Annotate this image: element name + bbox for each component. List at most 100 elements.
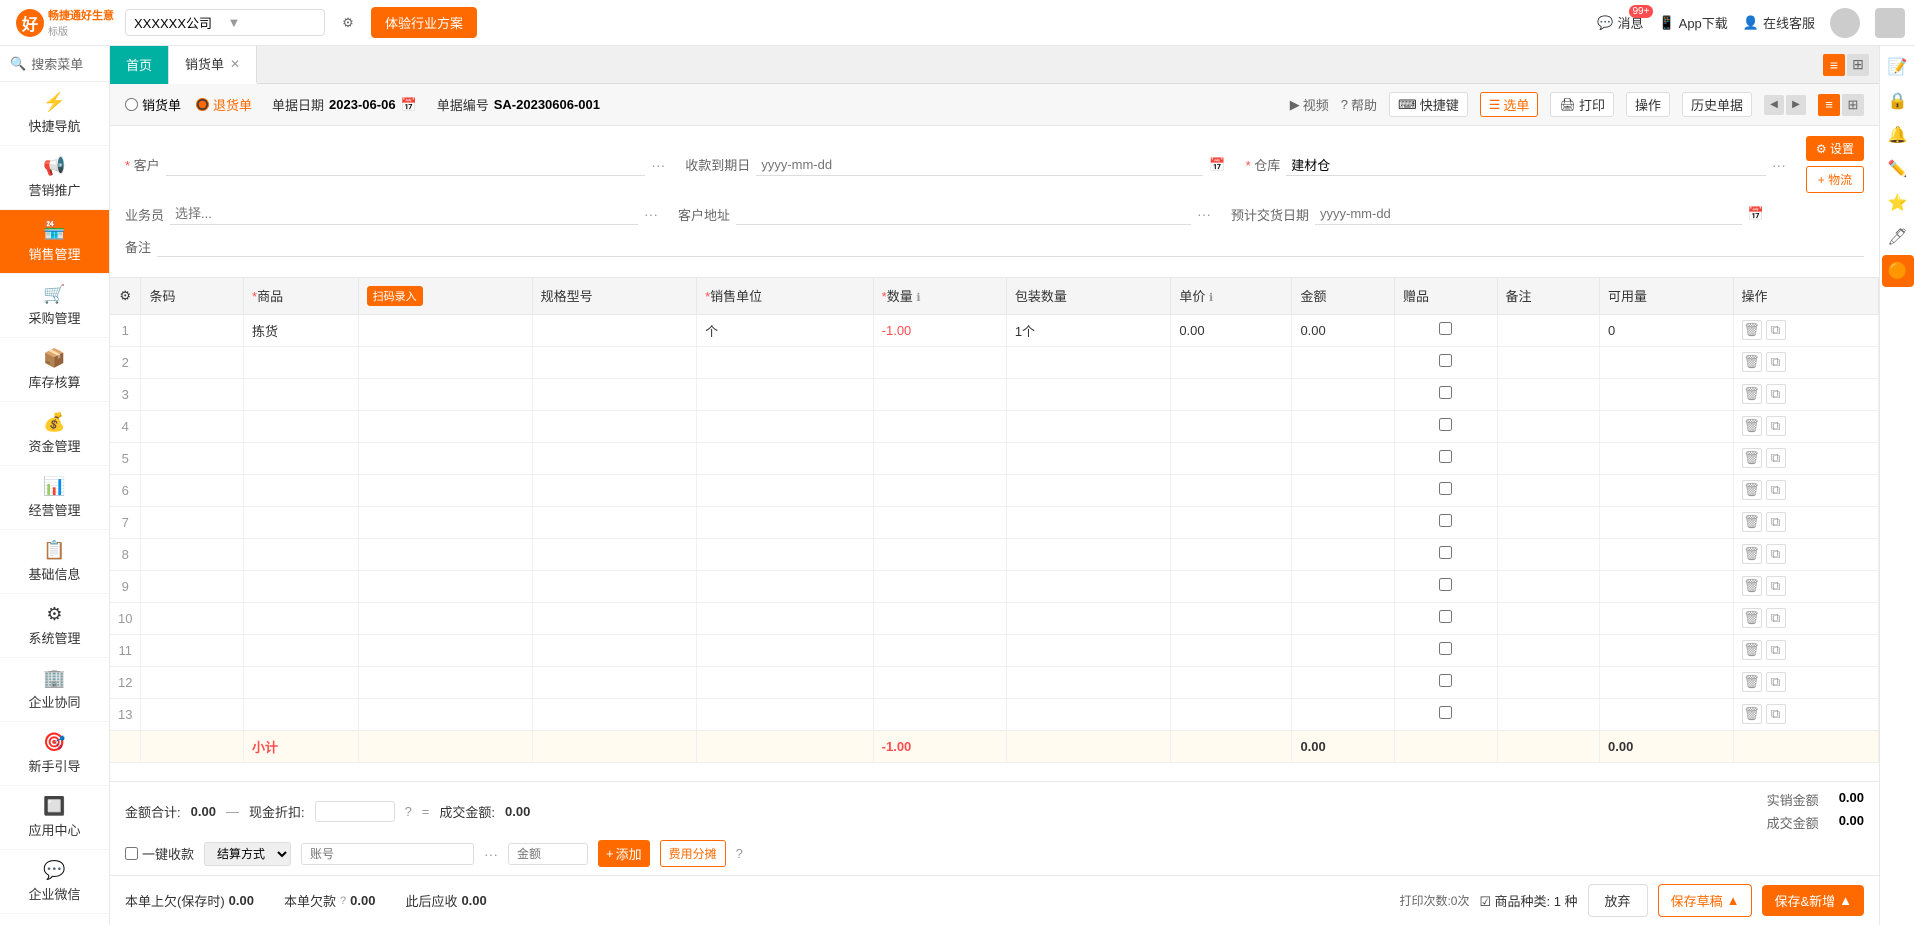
trial-button[interactable]: 体验行业方案 bbox=[371, 7, 477, 38]
right-icon-1[interactable]: 📝 bbox=[1882, 51, 1914, 83]
gift-checkbox[interactable] bbox=[1439, 322, 1452, 335]
copy-row-btn[interactable]: ⧉ bbox=[1766, 640, 1786, 660]
cell-product[interactable]: 拣货 bbox=[244, 314, 359, 346]
col-scan[interactable]: 扫码录入 bbox=[358, 278, 532, 314]
quick-pay-checkbox[interactable] bbox=[125, 847, 138, 860]
cell-price[interactable]: 0.00 bbox=[1171, 314, 1292, 346]
copy-row-btn[interactable]: ⧉ bbox=[1766, 704, 1786, 724]
delete-row-btn[interactable]: 🗑 bbox=[1742, 352, 1762, 372]
gift-checkbox[interactable] bbox=[1439, 386, 1452, 399]
right-icon-6[interactable]: 🖊 bbox=[1882, 221, 1914, 253]
gift-checkbox[interactable] bbox=[1439, 706, 1452, 719]
sidebar-item-enterprise[interactable]: 🏢 企业协同 bbox=[0, 658, 109, 722]
total-owe-help-icon[interactable]: ? bbox=[340, 895, 346, 907]
payment-due-calendar[interactable]: 📅 bbox=[1209, 157, 1225, 173]
warehouse-input[interactable] bbox=[1286, 154, 1766, 176]
delete-row-btn[interactable]: 🗑 bbox=[1742, 416, 1762, 436]
delete-row-btn[interactable]: 🗑 bbox=[1742, 640, 1762, 660]
warehouse-more-btn[interactable]: ··· bbox=[1772, 157, 1786, 173]
sidebar-item-operations[interactable]: 📊 经营管理 bbox=[0, 466, 109, 530]
copy-row-btn[interactable]: ⧉ bbox=[1766, 672, 1786, 692]
cell-gift[interactable] bbox=[1394, 314, 1497, 346]
discard-button[interactable]: 放弃 bbox=[1588, 884, 1648, 917]
help-action[interactable]: ? 帮助 bbox=[1341, 95, 1377, 114]
list-view-btn[interactable]: ≡ bbox=[1823, 54, 1845, 76]
logistics-button[interactable]: + 物流 bbox=[1806, 166, 1864, 193]
gift-checkbox[interactable] bbox=[1439, 674, 1452, 687]
next-arrow[interactable]: ▶ bbox=[1786, 95, 1806, 115]
account-input[interactable] bbox=[301, 843, 474, 865]
gift-checkbox[interactable] bbox=[1439, 354, 1452, 367]
settings-icon[interactable]: ⚙ bbox=[333, 8, 363, 38]
save-new-button[interactable]: 保存&新增 ▲ bbox=[1762, 885, 1864, 916]
message-item[interactable]: 💬 消息 99+ bbox=[1597, 13, 1643, 32]
gift-checkbox[interactable] bbox=[1439, 514, 1452, 527]
print-btn[interactable]: 🖨 打印 bbox=[1550, 92, 1614, 117]
operate-btn[interactable]: 操作 bbox=[1626, 92, 1670, 117]
cell-spec[interactable] bbox=[532, 314, 697, 346]
right-icon-3[interactable]: 🔔 bbox=[1882, 119, 1914, 151]
copy-row-btn[interactable]: ⧉ bbox=[1766, 480, 1786, 500]
copy-row-btn[interactable]: ⧉ bbox=[1766, 544, 1786, 564]
user-avatar[interactable] bbox=[1830, 8, 1860, 38]
delivery-date-calendar[interactable]: 📅 bbox=[1748, 206, 1764, 222]
history-btn[interactable]: 历史单据 bbox=[1682, 92, 1752, 117]
gift-checkbox[interactable] bbox=[1439, 578, 1452, 591]
gift-checkbox[interactable] bbox=[1439, 450, 1452, 463]
search-menu[interactable]: 🔍 搜索菜单 bbox=[0, 46, 109, 82]
radio-return-input[interactable] bbox=[196, 98, 209, 111]
gift-checkbox[interactable] bbox=[1439, 610, 1452, 623]
col-gear[interactable]: ⚙ bbox=[110, 278, 141, 314]
sidebar-item-purchase[interactable]: 🛒 采购管理 bbox=[0, 274, 109, 338]
sidebar-item-sales[interactable]: 🏪 销售管理 bbox=[0, 210, 109, 274]
sidebar-item-marketing[interactable]: 📢 营销推广 bbox=[0, 146, 109, 210]
user-menu[interactable] bbox=[1875, 8, 1905, 38]
setup-button[interactable]: ⚙ 设置 bbox=[1806, 136, 1864, 161]
prev-arrow[interactable]: ◀ bbox=[1764, 95, 1784, 115]
scan-btn[interactable]: 扫码录入 bbox=[367, 286, 423, 306]
cell-pkg-qty[interactable]: 1个 bbox=[1006, 314, 1171, 346]
copy-row-btn[interactable]: ⧉ bbox=[1766, 512, 1786, 532]
delete-row-btn[interactable]: 🗑 bbox=[1742, 512, 1762, 532]
staff-input[interactable] bbox=[170, 203, 638, 225]
sidebar-item-system[interactable]: ⚙ 系统管理 bbox=[0, 594, 109, 658]
customer-input[interactable] bbox=[166, 154, 646, 176]
save-draft-button[interactable]: 保存草稿 ▲ bbox=[1658, 884, 1753, 917]
cell-unit[interactable]: 个 bbox=[697, 314, 874, 346]
app-download-item[interactable]: 📱 App下载 bbox=[1658, 13, 1727, 32]
payment-method-select[interactable]: 结算方式 bbox=[204, 842, 291, 866]
form-view-btn[interactable]: ≡ bbox=[1818, 94, 1840, 116]
company-selector[interactable]: XXXXXX公司 ▼ bbox=[125, 9, 325, 36]
copy-row-btn[interactable]: ⧉ bbox=[1766, 608, 1786, 628]
cell-qty[interactable]: -1.00 bbox=[873, 314, 1006, 346]
tab-home[interactable]: 首页 bbox=[110, 46, 169, 84]
customer-more-btn[interactable]: ··· bbox=[651, 157, 665, 173]
sidebar-item-inventory[interactable]: 📦 库存核算 bbox=[0, 338, 109, 402]
customer-addr-more-btn[interactable]: ··· bbox=[1197, 206, 1211, 222]
grid-view-btn[interactable]: ⊞ bbox=[1847, 54, 1869, 76]
delete-row-btn[interactable]: 🗑 bbox=[1742, 608, 1762, 628]
shortcut-btn[interactable]: ⌨ 快捷键 bbox=[1389, 92, 1468, 117]
quick-pay-label[interactable]: 一键收款 bbox=[125, 844, 194, 863]
copy-row-btn[interactable]: ⧉ bbox=[1766, 576, 1786, 596]
gift-checkbox[interactable] bbox=[1439, 418, 1452, 431]
copy-row-btn[interactable]: ⧉ bbox=[1766, 448, 1786, 468]
sidebar-item-basics[interactable]: 📋 基础信息 bbox=[0, 530, 109, 594]
expense-btn[interactable]: 费用分摊 bbox=[660, 840, 726, 867]
gift-checkbox[interactable] bbox=[1439, 482, 1452, 495]
copy-row-btn[interactable]: ⧉ bbox=[1766, 416, 1786, 436]
right-icon-4[interactable]: ✏️ bbox=[1882, 153, 1914, 185]
video-action[interactable]: ▶ 视频 bbox=[1290, 95, 1329, 114]
select-btn[interactable]: ☰ 选单 bbox=[1480, 92, 1539, 117]
customer-addr-input[interactable] bbox=[736, 203, 1191, 225]
online-service-item[interactable]: 👤 在线客服 bbox=[1743, 13, 1815, 32]
delete-row-btn[interactable]: 🗑 bbox=[1742, 576, 1762, 596]
right-icon-5[interactable]: ⭐ bbox=[1882, 187, 1914, 219]
delete-row-btn[interactable]: 🗑 bbox=[1742, 704, 1762, 724]
cell-remarks[interactable] bbox=[1497, 314, 1600, 346]
cell-amount[interactable]: 0.00 bbox=[1292, 314, 1395, 346]
delete-row-btn[interactable]: 🗑 bbox=[1742, 384, 1762, 404]
sidebar-item-newbie[interactable]: 🎯 新手引导 bbox=[0, 722, 109, 786]
delete-row-btn[interactable]: 🗑 bbox=[1742, 448, 1762, 468]
delete-row-btn[interactable]: 🗑 bbox=[1742, 320, 1762, 340]
